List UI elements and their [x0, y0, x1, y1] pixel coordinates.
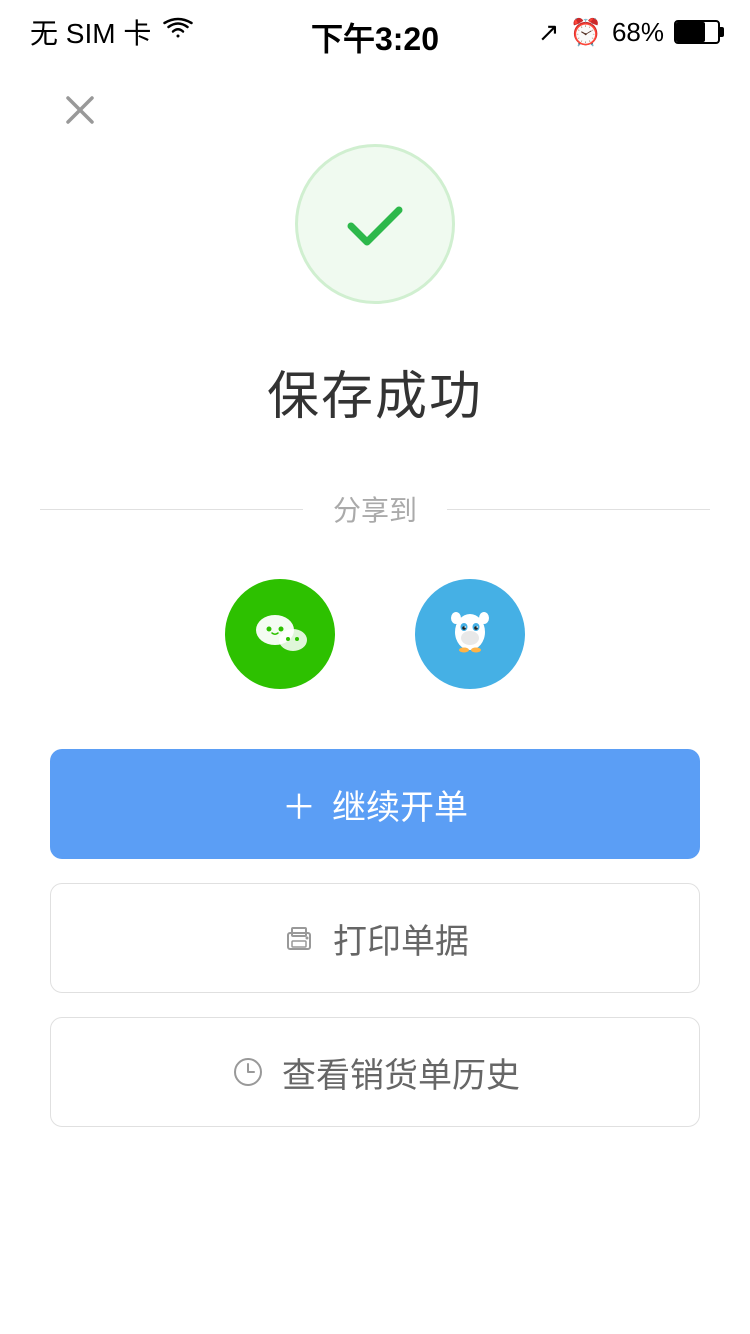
print-button-label: 打印单据: [333, 914, 469, 963]
alarm-icon: ⏰: [570, 17, 602, 48]
main-content: 保存成功 分享到: [0, 64, 750, 1127]
battery-percent: 68%: [612, 17, 664, 48]
history-icon: [230, 1054, 266, 1090]
success-title: 保存成功: [267, 354, 483, 429]
action-buttons: ＋ 继续开单 打印单据 查看销货单历史: [0, 749, 750, 1127]
wechat-share-button[interactable]: [225, 579, 335, 689]
qq-icon: [438, 602, 503, 667]
status-right: ↗ ⏰ 68%: [538, 17, 720, 48]
checkmark-icon: [335, 184, 415, 264]
divider-line-left: [40, 509, 303, 510]
sim-status: 无 SIM 卡: [30, 12, 151, 52]
battery-icon: [674, 20, 720, 44]
qq-share-button[interactable]: [415, 579, 525, 689]
status-left: 无 SIM 卡: [30, 12, 193, 52]
divider-line-right: [447, 509, 710, 510]
close-button[interactable]: [50, 80, 110, 140]
success-icon-circle: [295, 144, 455, 304]
share-icons-row: [40, 579, 710, 689]
share-divider: 分享到: [40, 489, 710, 529]
wechat-icon: [248, 602, 313, 667]
plus-icon: ＋: [282, 780, 316, 829]
print-icon: [281, 920, 317, 956]
share-section: 分享到: [0, 489, 750, 689]
share-label: 分享到: [303, 489, 447, 529]
wifi-icon: [163, 16, 193, 48]
status-bar: 无 SIM 卡 下午3:20 ↗ ⏰ 68%: [0, 0, 750, 64]
history-button-label: 查看销货单历史: [282, 1048, 520, 1097]
location-icon: ↗: [538, 17, 560, 48]
history-button[interactable]: 查看销货单历史: [50, 1017, 700, 1127]
continue-button-label: 继续开单: [332, 780, 468, 829]
time-display: 下午3:20: [311, 14, 439, 60]
print-button[interactable]: 打印单据: [50, 883, 700, 993]
continue-button[interactable]: ＋ 继续开单: [50, 749, 700, 859]
